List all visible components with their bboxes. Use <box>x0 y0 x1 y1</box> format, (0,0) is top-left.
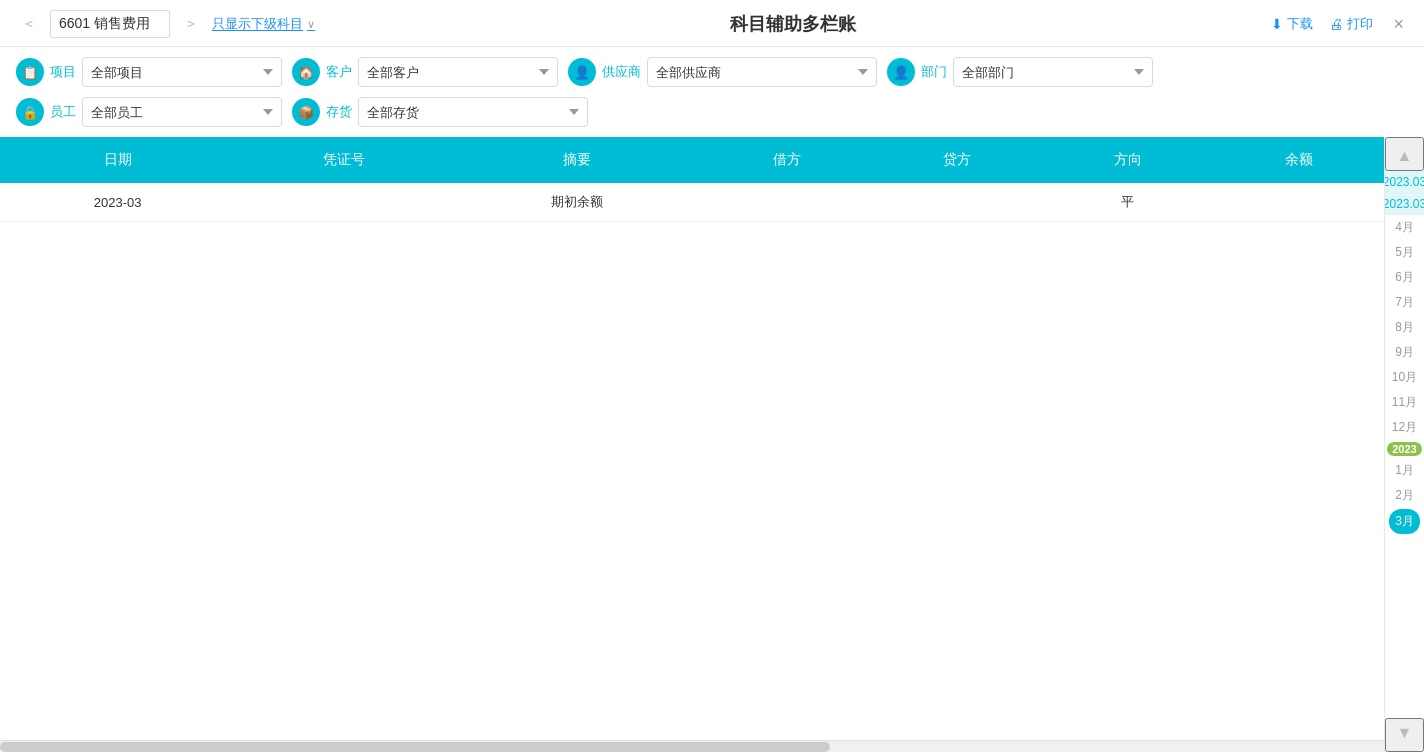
supplier-icon: 👤 <box>568 58 596 86</box>
customer-filter-group: 🏠 客户 全部客户 <box>292 57 558 87</box>
timeline-item[interactable]: 2月 <box>1385 483 1424 508</box>
scroll-thumb <box>0 742 830 752</box>
timeline-item[interactable]: 8月 <box>1385 315 1424 340</box>
col-balance: 余额 <box>1213 137 1384 183</box>
supplier-select[interactable]: 全部供应商 <box>647 57 877 87</box>
timeline-group: 2023.032023.034月5月6月7月8月9月10月11月12月20231… <box>1385 171 1424 718</box>
page-title: 科目辅助多栏账 <box>315 12 1271 36</box>
inventory-label: 存货 <box>326 103 352 121</box>
timeline-panel: ▲ 2023.032023.034月5月6月7月8月9月10月11月12月202… <box>1384 137 1424 752</box>
department-label: 部门 <box>921 63 947 81</box>
cell-voucher <box>235 183 452 222</box>
download-label: 下载 <box>1287 15 1313 33</box>
department-icon: 👤 <box>887 58 915 86</box>
timeline-item[interactable]: 5月 <box>1385 240 1424 265</box>
horizontal-scrollbar[interactable] <box>0 740 1384 752</box>
employee-icon: 🔒 <box>16 98 44 126</box>
timeline-item[interactable]: 2023.03 <box>1385 193 1424 215</box>
main-window: ＜ 6601 销售费用 ＞ 只显示下级科目 ∨ 科目辅助多栏账 ⬇ 下载 🖨 打… <box>0 0 1424 752</box>
project-filter-group: 📋 项目 全部项目 <box>16 57 282 87</box>
cell-credit <box>872 183 1043 222</box>
col-direction: 方向 <box>1043 137 1214 183</box>
download-icon: ⬇ <box>1271 16 1283 32</box>
cell-date: 2023-03 <box>0 183 235 222</box>
print-icon: 🖨 <box>1329 16 1343 32</box>
cell-summary: 期初余额 <box>452 183 701 222</box>
timeline-item[interactable]: 3月 <box>1389 509 1420 534</box>
timeline-item[interactable]: 12月 <box>1385 415 1424 440</box>
filters-bar: 📋 项目 全部项目 🏠 客户 全部客户 👤 供应商 全部供应商 👤 部门 全 <box>0 47 1424 137</box>
employee-filter-group: 🔒 员工 全部员工 <box>16 97 282 127</box>
col-voucher: 凭证号 <box>235 137 452 183</box>
timeline-item[interactable]: 7月 <box>1385 290 1424 315</box>
title-bar: ＜ 6601 销售费用 ＞ 只显示下级科目 ∨ 科目辅助多栏账 ⬇ 下载 🖨 打… <box>0 0 1424 47</box>
filter-label: 只显示下级科目 <box>212 15 303 33</box>
main-content: 日期 凭证号 摘要 借方 贷方 方向 余额 2023-03 期初余额 平 ▲ <box>0 137 1424 752</box>
timeline-item[interactable]: 9月 <box>1385 340 1424 365</box>
inventory-filter-group: 📦 存货 全部存货 <box>292 97 588 127</box>
ledger-table: 日期 凭证号 摘要 借方 贷方 方向 余额 2023-03 期初余额 平 <box>0 137 1384 222</box>
timeline-item[interactable]: 4月 <box>1385 215 1424 240</box>
print-label: 打印 <box>1347 15 1373 33</box>
timeline-item[interactable]: 10月 <box>1385 365 1424 390</box>
cell-balance <box>1213 183 1384 222</box>
prev-account-btn[interactable]: ＜ <box>16 13 42 35</box>
supplier-label: 供应商 <box>602 63 641 81</box>
table-header-row: 日期 凭证号 摘要 借方 贷方 方向 余额 <box>0 137 1384 183</box>
department-filter-group: 👤 部门 全部部门 <box>887 57 1153 87</box>
timeline-down-btn[interactable]: ▼ <box>1385 718 1424 752</box>
next-account-btn[interactable]: ＞ <box>178 13 204 35</box>
print-btn[interactable]: 🖨 打印 <box>1329 15 1373 33</box>
chevron-down-icon: ∨ <box>307 18 315 31</box>
timeline-year-badge: 2023 <box>1385 442 1424 456</box>
inventory-icon: 📦 <box>292 98 320 126</box>
close-btn[interactable]: × <box>1389 14 1408 35</box>
employee-select[interactable]: 全部员工 <box>82 97 282 127</box>
project-icon: 📋 <box>16 58 44 86</box>
timeline-item[interactable]: 1月 <box>1385 458 1424 483</box>
department-select[interactable]: 全部部门 <box>953 57 1153 87</box>
timeline-item[interactable]: 2023.03 <box>1385 171 1424 193</box>
cell-debit <box>701 183 872 222</box>
inventory-select[interactable]: 全部存货 <box>358 97 588 127</box>
customer-select[interactable]: 全部客户 <box>358 57 558 87</box>
col-date: 日期 <box>0 137 235 183</box>
supplier-filter-group: 👤 供应商 全部供应商 <box>568 57 877 87</box>
timeline-item[interactable]: 11月 <box>1385 390 1424 415</box>
col-debit: 借方 <box>701 137 872 183</box>
col-credit: 贷方 <box>872 137 1043 183</box>
title-bar-right: ⬇ 下载 🖨 打印 × <box>1271 14 1408 35</box>
employee-label: 员工 <box>50 103 76 121</box>
table-container[interactable]: 日期 凭证号 摘要 借方 贷方 方向 余额 2023-03 期初余额 平 <box>0 137 1384 740</box>
show-sub-accounts-btn[interactable]: 只显示下级科目 ∨ <box>212 15 315 33</box>
download-btn[interactable]: ⬇ 下载 <box>1271 15 1313 33</box>
customer-icon: 🏠 <box>292 58 320 86</box>
cell-direction: 平 <box>1043 183 1214 222</box>
customer-label: 客户 <box>326 63 352 81</box>
timeline-item[interactable]: 6月 <box>1385 265 1424 290</box>
account-code: 6601 销售费用 <box>50 10 170 38</box>
col-summary: 摘要 <box>452 137 701 183</box>
timeline-up-btn[interactable]: ▲ <box>1385 137 1424 171</box>
table-row: 2023-03 期初余额 平 <box>0 183 1384 222</box>
title-bar-left: ＜ 6601 销售费用 ＞ 只显示下级科目 ∨ <box>16 10 315 38</box>
project-label: 项目 <box>50 63 76 81</box>
project-select[interactable]: 全部项目 <box>82 57 282 87</box>
